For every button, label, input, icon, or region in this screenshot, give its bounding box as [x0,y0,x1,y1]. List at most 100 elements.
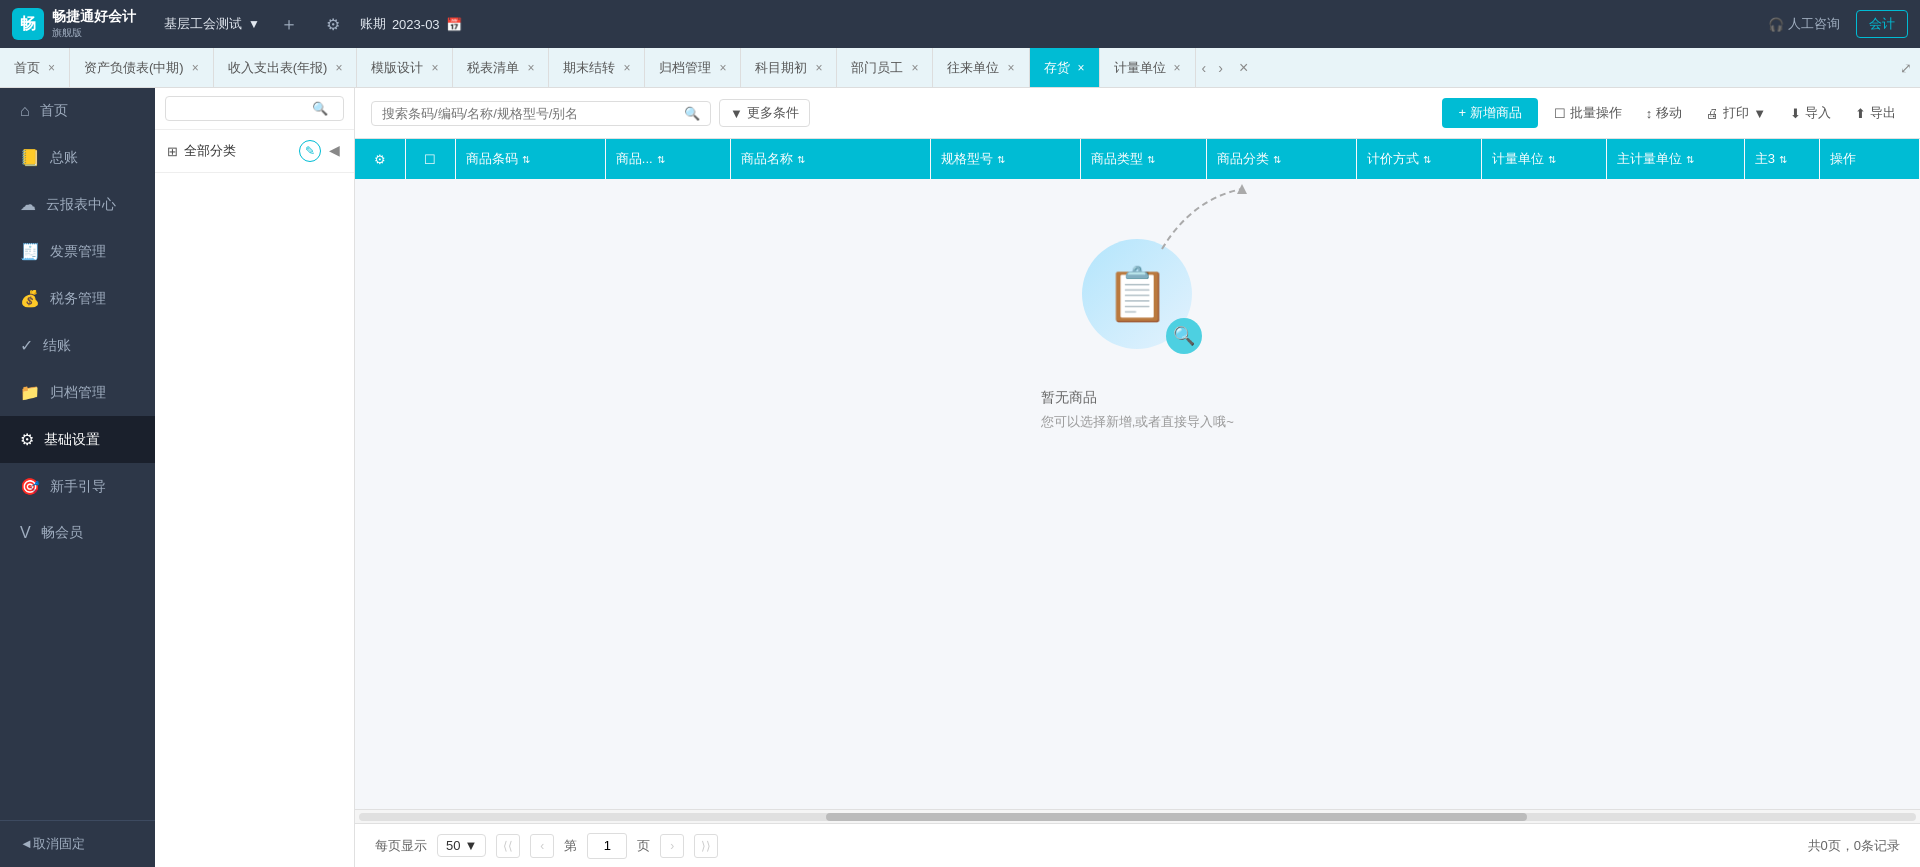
sidebar-item-home-label: 首页 [40,102,68,120]
product-search-box[interactable]: 🔍 [371,101,711,126]
calendar-icon[interactable]: 📅 [446,17,462,32]
batch-icon: ☐ [1554,106,1566,121]
product-search-input[interactable] [382,106,678,121]
tab-subject[interactable]: 科目期初 × [741,48,837,87]
page-prev-button[interactable]: ‹ [530,834,554,858]
main-layout: ⌂ 首页 📒 总账 ☁ 云报表中心 🧾 发票管理 💰 税务管理 ✓ 结账 📁 归… [0,88,1920,867]
batch-label: 批量操作 [1570,104,1622,122]
col-extra[interactable]: 主3⇅ [1744,139,1819,179]
page-size-select[interactable]: 50 ▼ [437,834,486,857]
settings-icon[interactable]: ⚙ [318,15,348,34]
import-button[interactable]: ⬇ 导入 [1782,100,1839,126]
cancel-pin-label: ◄取消固定 [20,835,85,853]
tab-subject-close[interactable]: × [815,61,822,75]
scrollbar-thumb[interactable] [826,813,1527,821]
tab-dept-close[interactable]: × [911,61,918,75]
col-checkbox[interactable]: ☐ [405,139,455,179]
sidebar-item-basic[interactable]: ⚙ 基础设置 [0,416,155,463]
col-main-unit[interactable]: 主计量单位⇅ [1607,139,1745,179]
page-number-input[interactable] [587,833,627,859]
col-settings[interactable]: ⚙ [355,139,405,179]
col-pricing[interactable]: 计价方式⇅ [1356,139,1481,179]
tab-balance-close[interactable]: × [192,61,199,75]
sidebar-item-invoice[interactable]: 🧾 发票管理 [0,228,155,275]
support-button[interactable]: 🎧 人工咨询 [1768,15,1840,33]
tab-income[interactable]: 收入支出表(年报) × [214,48,358,87]
tab-tax-close[interactable]: × [527,61,534,75]
tab-income-close[interactable]: × [335,61,342,75]
col-barcode[interactable]: 商品条码⇅ [455,139,605,179]
tab-inventory[interactable]: 存货 × [1030,48,1100,87]
tab-nav-prev[interactable]: ‹ [1196,48,1213,87]
tab-period-end-close[interactable]: × [623,61,630,75]
col-type[interactable]: 商品类型⇅ [1081,139,1206,179]
batch-button[interactable]: ☐ 批量操作 [1546,100,1630,126]
tab-archive-close[interactable]: × [719,61,726,75]
tab-period-end-label: 期末结转 [563,59,615,77]
company-selector[interactable]: 基层工会测试 ▼ [164,15,260,33]
tab-close-all[interactable]: × [1229,48,1258,87]
sort-barcode-icon: ⇅ [522,154,530,165]
content-right: 🔍 ▼ 更多条件 + 新增商品 ☐ 批量操作 ↕ 移动 [355,88,1920,867]
sort-pricing-icon: ⇅ [1423,154,1431,165]
col-unit[interactable]: 计量单位⇅ [1481,139,1606,179]
add-product-button[interactable]: + 新增商品 [1442,98,1537,128]
sidebar-item-archive[interactable]: 📁 归档管理 [0,369,155,416]
sidebar-item-vip[interactable]: V 畅会员 [0,510,155,556]
print-icon: 🖨 [1706,106,1719,121]
sidebar-item-ledger[interactable]: 📒 总账 [0,134,155,181]
sidebar-item-guide[interactable]: 🎯 新手引导 [0,463,155,510]
col-spec[interactable]: 规格型号⇅ [931,139,1081,179]
export-icon: ⬆ [1855,106,1866,121]
tab-home-close[interactable]: × [48,61,55,75]
left-panel: 🔍 ⊞ 全部分类 ✎ ◀ [155,88,355,867]
tab-partner-close[interactable]: × [1007,61,1014,75]
sidebar-item-tax[interactable]: 💰 税务管理 [0,275,155,322]
account-button[interactable]: 会计 [1856,10,1908,38]
tab-partner[interactable]: 往来单位 × [933,48,1029,87]
col-category[interactable]: 商品分类⇅ [1206,139,1356,179]
empty-arrow-decoration [1152,179,1272,259]
sidebar-item-settle[interactable]: ✓ 结账 [0,322,155,369]
tab-balance[interactable]: 资产负债表(中期) × [70,48,214,87]
tab-template-close[interactable]: × [431,61,438,75]
tab-dept[interactable]: 部门员工 × [837,48,933,87]
sidebar-item-reports[interactable]: ☁ 云报表中心 [0,181,155,228]
category-search-icon[interactable]: 🔍 [312,101,328,116]
tab-unit[interactable]: 计量单位 × [1100,48,1196,87]
category-search-input[interactable] [176,101,306,116]
tab-unit-close[interactable]: × [1174,61,1181,75]
page-first-button[interactable]: ⟨⟨ [496,834,520,858]
category-search-box[interactable]: 🔍 [165,96,344,121]
horizontal-scrollbar[interactable] [355,809,1920,823]
category-collapse-button[interactable]: ◀ [327,140,342,162]
filter-button[interactable]: ▼ 更多条件 [719,99,810,127]
move-button[interactable]: ↕ 移动 [1638,100,1691,126]
scrollbar-track[interactable] [359,813,1916,821]
tab-tax[interactable]: 税表清单 × [453,48,549,87]
tab-template[interactable]: 模版设计 × [357,48,453,87]
product-search-icon[interactable]: 🔍 [684,106,700,121]
add-tab-button[interactable]: ＋ [272,12,306,36]
col-code[interactable]: 商品...⇅ [605,139,730,179]
table-wrapper[interactable]: ⚙ ☐ 商品条码⇅ 商品...⇅ 商品名称⇅ [355,139,1920,809]
tab-expand-button[interactable]: ⤢ [1892,48,1920,87]
sidebar-item-home[interactable]: ⌂ 首页 [0,88,155,134]
page-next-button[interactable]: › [660,834,684,858]
export-button[interactable]: ⬆ 导出 [1847,100,1904,126]
header-right: 🎧 人工咨询 会计 [1768,10,1908,38]
page-last-button[interactable]: ⟩⟩ [694,834,718,858]
print-button[interactable]: 🖨 打印 ▼ [1698,100,1774,126]
tab-home[interactable]: 首页 × [0,48,70,87]
sort-code-icon: ⇅ [657,154,665,165]
tab-nav-next[interactable]: › [1212,48,1229,87]
sidebar-item-settle-label: 结账 [43,337,71,355]
tab-archive[interactable]: 归档管理 × [645,48,741,87]
top-header: 畅 畅捷通好会计 旗舰版 基层工会测试 ▼ ＋ ⚙ 账期 2023-03 📅 🎧… [0,0,1920,48]
tab-inventory-close[interactable]: × [1078,61,1085,75]
cloud-icon: ☁ [20,195,36,214]
tab-period-end[interactable]: 期末结转 × [549,48,645,87]
col-name[interactable]: 商品名称⇅ [730,139,930,179]
cancel-pin-button[interactable]: ◄取消固定 [0,820,155,867]
category-edit-button[interactable]: ✎ [299,140,321,162]
